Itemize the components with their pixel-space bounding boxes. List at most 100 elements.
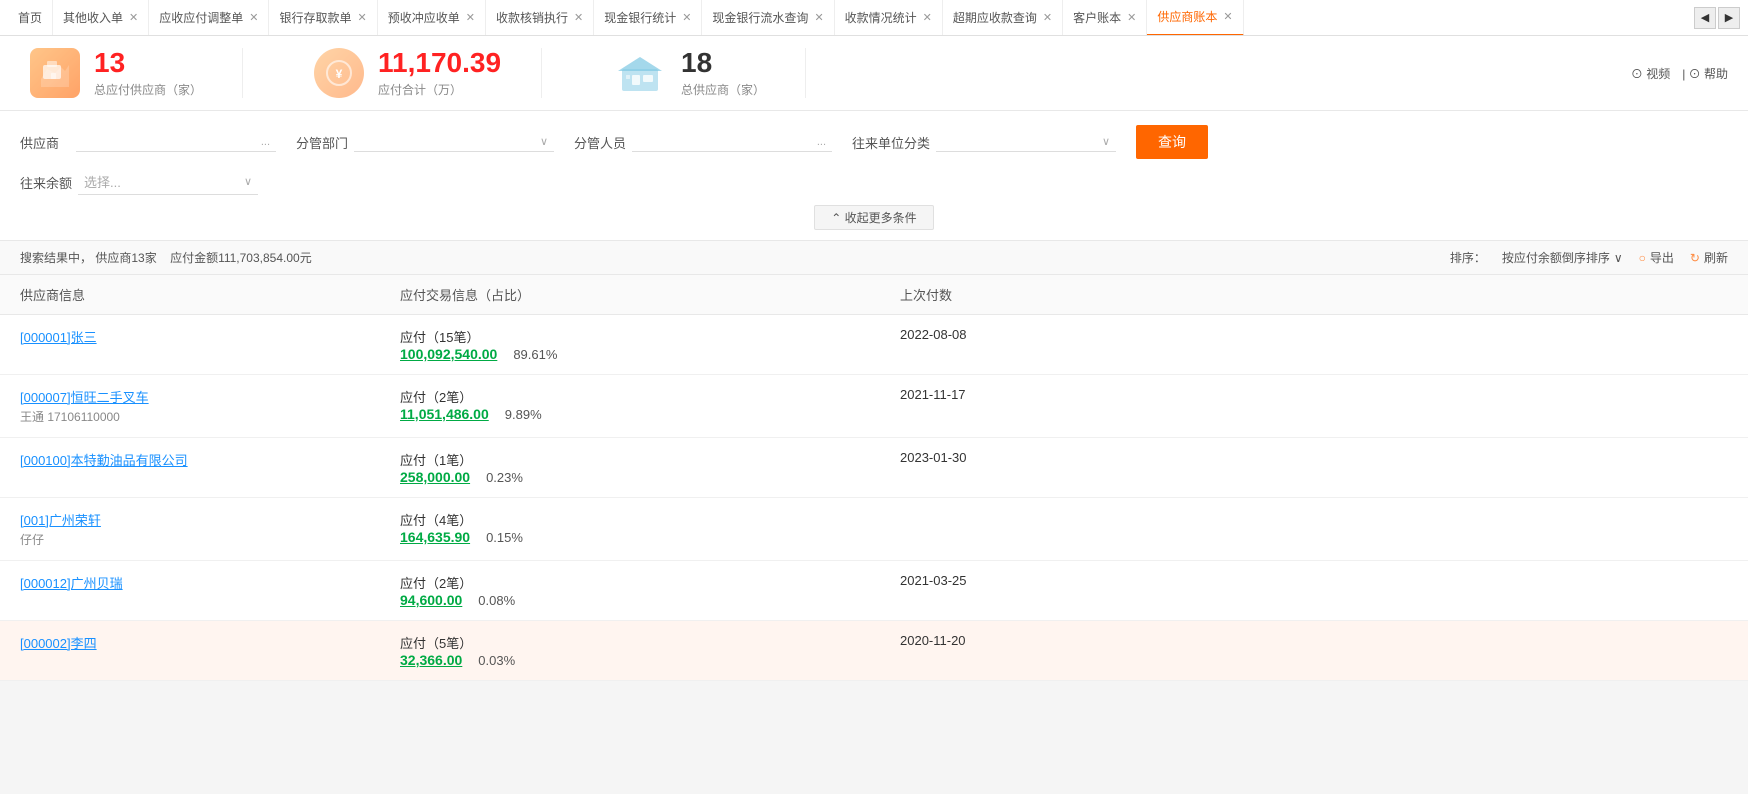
transaction-label: 应付（2笔） (400, 573, 900, 592)
supplier-cell: [000007]恒旺二手叉车 王通 17106110000 (20, 387, 400, 425)
last-payment-cell: 2022-08-08 (900, 327, 1728, 362)
supplier-filter-dots: ... (261, 136, 270, 148)
nav-tab-receipt-stat-label: 收款情况统计 (845, 9, 917, 26)
transaction-amount[interactable]: 164,635.90 (400, 529, 470, 545)
last-payment-value: 2020-11-20 (900, 633, 1728, 648)
transaction-row: 164,635.90 0.15% (400, 529, 900, 545)
supplier-link[interactable]: [000007]恒旺二手叉车 (20, 387, 400, 406)
collapse-button[interactable]: ⌃ 收起更多条件 (814, 205, 933, 230)
nav-tab-cash-bank-flow-close[interactable]: ✕ (814, 11, 823, 24)
supplier-filter-select[interactable]: ... (76, 133, 276, 152)
person-filter-label: 分管人员 (574, 133, 626, 152)
supplier-cell: [000012]广州贝瑞 (20, 573, 400, 608)
supplier-link[interactable]: [001]广州荣轩 (20, 510, 400, 529)
nav-tab-receipt-verify[interactable]: 收款核销执行 ✕ (486, 0, 594, 36)
transaction-amount[interactable]: 100,092,540.00 (400, 346, 497, 362)
transaction-row: 32,366.00 0.03% (400, 652, 900, 668)
supplier-link[interactable]: [000001]张三 (20, 327, 400, 346)
nav-tab-bank-deposit-close[interactable]: ✕ (358, 11, 367, 24)
transaction-percent: 0.23% (486, 470, 523, 485)
export-icon: ○ (1639, 251, 1646, 265)
dept-filter-chevron: ∨ (540, 135, 548, 148)
nav-tab-ap-adjust[interactable]: 应收应付调整单 ✕ (149, 0, 269, 36)
total-suppliers-value: 18 (681, 49, 765, 77)
transaction-row: 258,000.00 0.23% (400, 469, 900, 485)
payable-suppliers-value: 13 (94, 49, 202, 77)
nav-tab-receipt-stat[interactable]: 收款情况统计 ✕ (835, 0, 943, 36)
nav-arrow-right[interactable]: ▶ (1718, 7, 1740, 29)
nav-tab-cash-bank-stat-close[interactable]: ✕ (682, 11, 691, 24)
filter-supplier: 供应商 ... (20, 133, 276, 152)
nav-tab-overdue-close[interactable]: ✕ (1043, 11, 1052, 24)
nav-tab-customer-label: 客户账本 (1073, 9, 1121, 26)
help-video[interactable]: ⊙ 视频 (1631, 65, 1670, 82)
balance-filter-label: 往来余额 (20, 173, 72, 192)
last-payment-value: 2021-11-17 (900, 387, 1728, 402)
dept-filter-label: 分管部门 (296, 133, 348, 152)
col-header-last-payment: 上次付数 (900, 285, 1728, 304)
nav-tab-other-income[interactable]: 其他收入单 ✕ (53, 0, 149, 36)
supplier-link[interactable]: [000100]本特勤油品有限公司 (20, 450, 400, 469)
transaction-amount[interactable]: 94,600.00 (400, 592, 462, 608)
balance-filter-select[interactable]: 选择... ∨ (78, 169, 258, 195)
supplier-sub: 仔仔 (20, 531, 400, 548)
person-filter-select[interactable]: ... (632, 133, 832, 152)
balance-filter-chevron: ∨ (244, 175, 252, 188)
refresh-button[interactable]: ↻ 刷新 (1690, 249, 1728, 266)
nav-tab-cash-bank-stat[interactable]: 现金银行统计 ✕ (594, 0, 702, 36)
nav-tab-receipt-stat-close[interactable]: ✕ (923, 11, 932, 24)
transaction-percent: 0.03% (478, 653, 515, 668)
sort-select[interactable]: 按应付余额倒序排序 ∨ (1502, 249, 1623, 266)
transaction-amount[interactable]: 11,051,486.00 (400, 406, 489, 422)
category-filter-select[interactable]: ∨ (936, 132, 1116, 152)
last-payment-cell: 2020-11-20 (900, 633, 1728, 668)
nav-tab-supplier-account-close[interactable]: ✕ (1223, 10, 1232, 23)
transaction-label: 应付（1笔） (400, 450, 900, 469)
table-row: [000100]本特勤油品有限公司 应付（1笔） 258,000.00 0.23… (0, 438, 1748, 498)
nav-tab-cash-bank-flow-label: 现金银行流水查询 (712, 9, 808, 26)
last-payment-cell: 2021-03-25 (900, 573, 1728, 608)
summary-bar: 13 总应付供应商（家） ¥ 11,170.39 应付合计（万） (0, 36, 1748, 111)
transaction-row: 11,051,486.00 9.89% (400, 406, 900, 422)
transaction-cell: 应付（2笔） 11,051,486.00 9.89% (400, 387, 900, 425)
nav-tab-other-income-close[interactable]: ✕ (129, 11, 138, 24)
supplier-filter-label: 供应商 (20, 133, 70, 152)
help-text[interactable]: | ⊙ 帮助 (1682, 65, 1728, 82)
nav-tab-overdue[interactable]: 超期应收款查询 ✕ (943, 0, 1063, 36)
table-row: [001]广州荣轩 仔仔 应付（4笔） 164,635.90 0.15% (0, 498, 1748, 561)
transaction-percent: 0.15% (486, 530, 523, 545)
nav-tab-customer-close[interactable]: ✕ (1127, 11, 1136, 24)
data-table: 供应商信息 应付交易信息（占比） 上次付数 [000001]张三 应付（15笔）… (0, 275, 1748, 681)
filter-row-2: 往来余额 选择... ∨ (20, 169, 1728, 195)
transaction-amount[interactable]: 258,000.00 (400, 469, 470, 485)
last-payment-cell: 2021-11-17 (900, 387, 1728, 425)
top-nav: 首页 其他收入单 ✕ 应收应付调整单 ✕ 银行存取款单 ✕ 预收冲应收单 ✕ 收… (0, 0, 1748, 36)
col-header-supplier: 供应商信息 (20, 285, 400, 304)
nav-tab-supplier-account[interactable]: 供应商账本 ✕ (1147, 0, 1243, 36)
nav-tab-advance[interactable]: 预收冲应收单 ✕ (378, 0, 486, 36)
transaction-label: 应付（4笔） (400, 510, 900, 529)
nav-tab-bank-deposit[interactable]: 银行存取款单 ✕ (269, 0, 377, 36)
nav-tab-advance-close[interactable]: ✕ (466, 11, 475, 24)
export-button[interactable]: ○ 导出 (1639, 249, 1674, 266)
payable-amount-text: 11,170.39 应付合计（万） (378, 49, 501, 98)
nav-tab-ap-adjust-close[interactable]: ✕ (249, 11, 258, 24)
dept-filter-select[interactable]: ∨ (354, 132, 554, 152)
supplier-icon (30, 48, 80, 98)
nav-tab-receipt-verify-close[interactable]: ✕ (574, 11, 583, 24)
supplier-link[interactable]: [000012]广州贝瑞 (20, 573, 400, 592)
nav-tab-cash-bank-flow[interactable]: 现金银行流水查询 ✕ (702, 0, 834, 36)
transaction-amount[interactable]: 32,366.00 (400, 652, 462, 668)
nav-tab-home[interactable]: 首页 (8, 0, 53, 36)
refresh-icon: ↻ (1690, 251, 1700, 265)
nav-arrow-left[interactable]: ◀ (1694, 7, 1716, 29)
supplier-link[interactable]: [000002]李四 (20, 633, 400, 652)
query-button[interactable]: 查询 (1136, 125, 1208, 159)
nav-tab-customer[interactable]: 客户账本 ✕ (1063, 0, 1147, 36)
nav-tab-other-income-label: 其他收入单 (63, 9, 123, 26)
payable-suppliers-label: 总应付供应商（家） (94, 81, 202, 98)
search-prefix: 搜索结果中， (20, 251, 92, 265)
transaction-percent: 0.08% (478, 593, 515, 608)
summary-total-suppliers: 18 总供应商（家） (603, 48, 806, 98)
summary-payable-suppliers: 13 总应付供应商（家） (20, 48, 243, 98)
